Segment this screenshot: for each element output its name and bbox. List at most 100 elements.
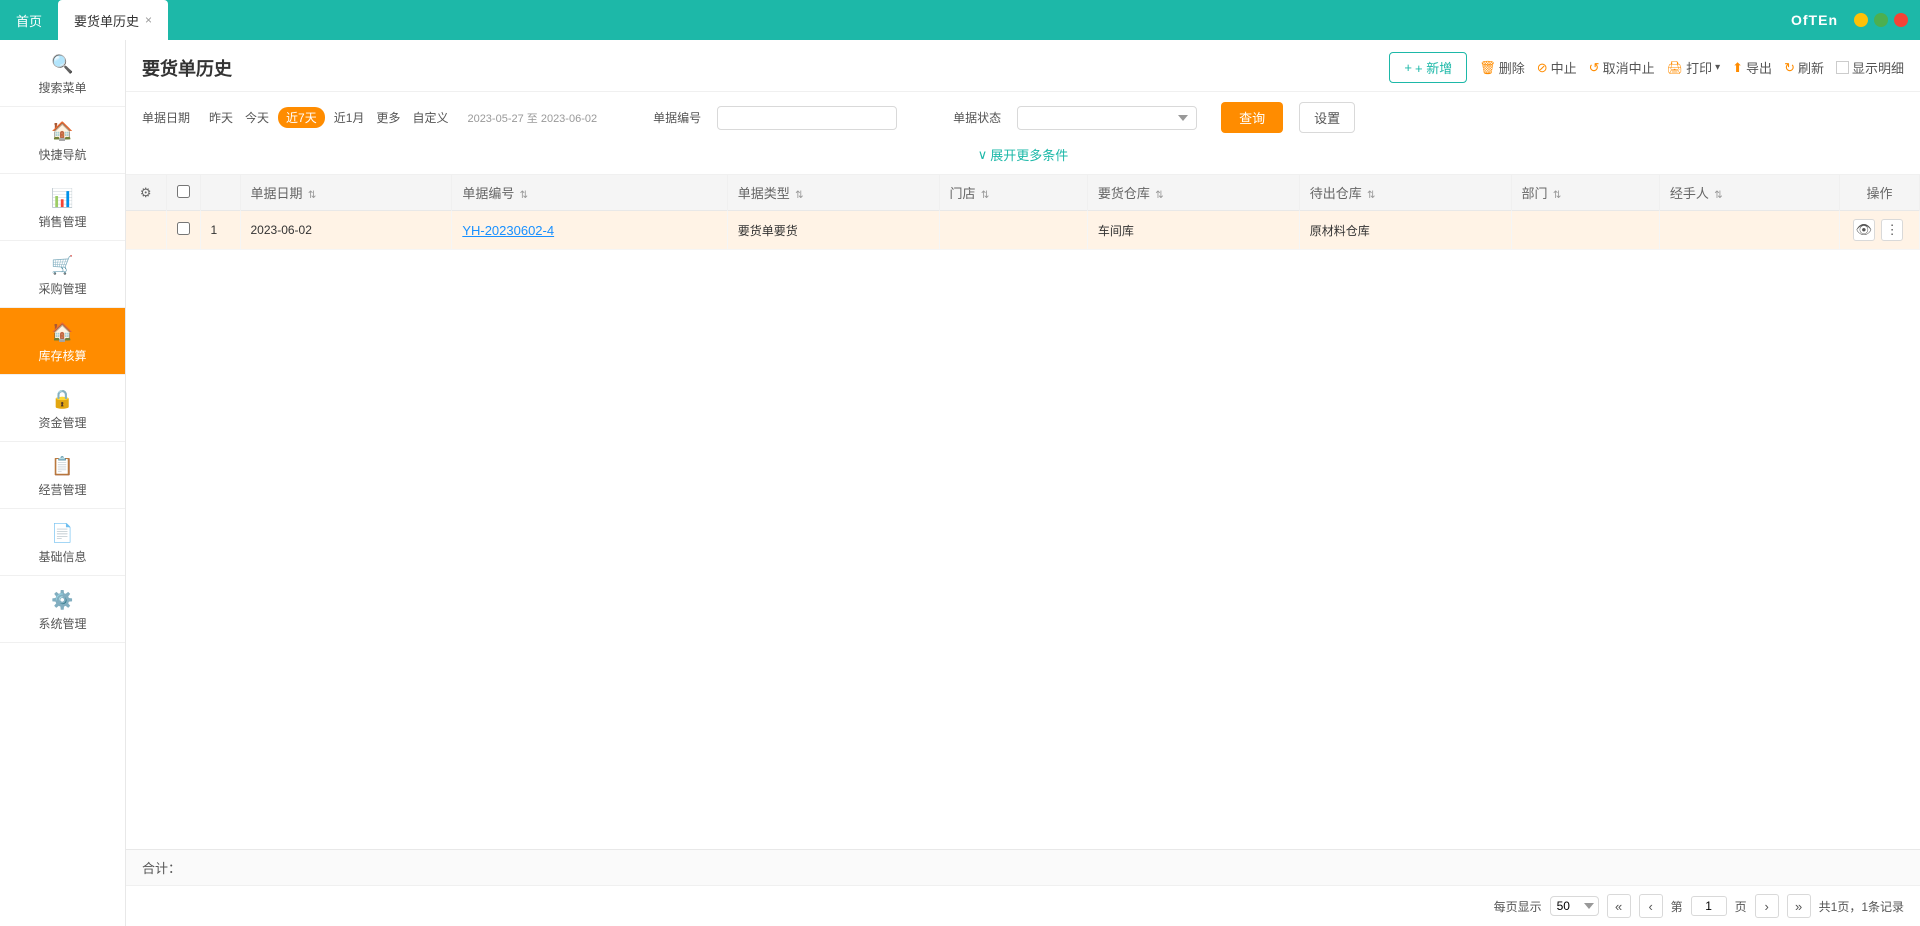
- doc-status-select[interactable]: [1017, 106, 1197, 130]
- sort-pending-warehouse-icon[interactable]: ⇅: [1367, 190, 1375, 201]
- th-checkbox[interactable]: [166, 175, 200, 211]
- sidebar-item-inventory[interactable]: 🏠 库存核算: [0, 308, 125, 375]
- sidebar-item-basics[interactable]: 📄 基础信息: [0, 509, 125, 576]
- per-page-select[interactable]: 50 10 20 100: [1550, 896, 1599, 916]
- sidebar-item-search[interactable]: 🔍 搜索菜单: [0, 40, 125, 107]
- sort-store-icon[interactable]: ⇅: [981, 190, 989, 201]
- row-view-button[interactable]: 👁: [1853, 219, 1875, 241]
- sort-dept-icon[interactable]: ⇅: [1553, 190, 1561, 201]
- print-label: 打印: [1686, 58, 1712, 77]
- page-label: 第: [1671, 898, 1683, 915]
- th-doc-type[interactable]: 单据类型 ⇅: [727, 175, 939, 211]
- td-checkbox[interactable]: [166, 211, 200, 250]
- tab-purchase-history[interactable]: 要货单历史 ×: [58, 0, 168, 40]
- th-handler[interactable]: 经手人 ⇅: [1659, 175, 1839, 211]
- td-settings: [126, 211, 166, 250]
- export-button[interactable]: ⬆ 导出: [1732, 58, 1772, 77]
- ops-icon: 📋: [51, 456, 73, 477]
- th-seq: [200, 175, 240, 211]
- date-btn-1month[interactable]: 近1月: [331, 108, 368, 127]
- sidebar-label-purchase: 采购管理: [38, 280, 86, 297]
- settings-gear-icon[interactable]: ⚙: [140, 185, 152, 201]
- date-range-display: 2023-05-27 至 2023-06-02: [467, 110, 597, 126]
- cancel-stop-label: 取消中止: [1603, 58, 1655, 77]
- sidebar-item-operations[interactable]: 📋 经营管理: [0, 442, 125, 509]
- page-title: 要货单历史: [142, 55, 232, 81]
- doc-status-label: 单据状态: [953, 109, 1001, 126]
- cancel-stop-button[interactable]: ↺ 取消中止: [1589, 58, 1655, 77]
- sidebar: 🔍 搜索菜单 🏠 快捷导航 📊 销售管理 🛒 采购管理 🏠 库存核算 🔒 资金管…: [0, 40, 126, 926]
- sidebar-label-sales: 销售管理: [38, 213, 86, 230]
- sort-handler-icon[interactable]: ⇅: [1714, 190, 1722, 201]
- th-req-warehouse[interactable]: 要货仓库 ⇅: [1087, 175, 1299, 211]
- sidebar-item-purchase[interactable]: 🛒 采购管理: [0, 241, 125, 308]
- display-detail-button[interactable]: 显示明细: [1836, 58, 1904, 77]
- th-dept[interactable]: 部门 ⇅: [1511, 175, 1659, 211]
- lock-icon: 🔒: [51, 389, 73, 410]
- page-prev-button[interactable]: ‹: [1639, 894, 1663, 918]
- th-doc-date[interactable]: 单据日期 ⇅: [240, 175, 452, 211]
- gear-icon: ⚙️: [51, 590, 73, 611]
- minimize-button[interactable]: [1854, 13, 1868, 27]
- filter-row-1: 单据日期 昨天 今天 近7天 近1月 更多 自定义 2023-05-27 至 2…: [142, 102, 1904, 133]
- inventory-icon: 🏠: [51, 322, 73, 343]
- td-doc-no[interactable]: YH-20230602-4: [452, 211, 727, 250]
- sort-req-warehouse-icon[interactable]: ⇅: [1155, 190, 1163, 201]
- data-table: ⚙ 单据日期 ⇅ 单据编号: [126, 175, 1920, 250]
- date-btn-more[interactable]: 更多: [373, 108, 403, 127]
- expand-more-button[interactable]: ∨ 展开更多条件: [978, 145, 1069, 164]
- close-window-button[interactable]: [1894, 13, 1908, 27]
- delete-button[interactable]: 🗑 删除: [1479, 58, 1525, 77]
- pagination-bar: 每页显示 50 10 20 100 « ‹ 第 页 ›: [126, 885, 1920, 926]
- maximize-button[interactable]: [1874, 13, 1888, 27]
- th-doc-no[interactable]: 单据编号 ⇅: [452, 175, 727, 211]
- sidebar-item-finance[interactable]: 🔒 资金管理: [0, 375, 125, 442]
- query-button[interactable]: 查询: [1221, 102, 1283, 133]
- tab-bar: 首页 要货单历史 ×: [0, 0, 1779, 40]
- select-all-checkbox[interactable]: [177, 185, 190, 198]
- table-row: 1 2023-06-02 YH-20230602-4 要货单要货 车间库 原材料…: [126, 211, 1920, 250]
- row-checkbox[interactable]: [177, 222, 190, 235]
- delete-icon: 🗑: [1479, 60, 1496, 76]
- th-settings[interactable]: ⚙: [126, 175, 166, 211]
- td-ops: 👁 ⋮: [1840, 211, 1920, 250]
- date-btn-yesterday[interactable]: 昨天: [206, 108, 236, 127]
- sort-doc-date-icon[interactable]: ⇅: [308, 190, 316, 201]
- th-pending-warehouse[interactable]: 待出仓库 ⇅: [1299, 175, 1511, 211]
- tab-close-icon[interactable]: ×: [145, 13, 152, 27]
- new-button[interactable]: + + 新增: [1389, 52, 1467, 83]
- page-first-button[interactable]: «: [1607, 894, 1631, 918]
- sidebar-item-system[interactable]: ⚙️ 系统管理: [0, 576, 125, 643]
- date-btn-today[interactable]: 今天: [242, 108, 272, 127]
- display-detail-checkbox[interactable]: [1836, 61, 1849, 74]
- td-store: [939, 211, 1087, 250]
- td-req-warehouse: 车间库: [1087, 211, 1299, 250]
- page-header: 要货单历史 + + 新增 🗑 删除 ⊘ 中止 ↺: [126, 40, 1920, 92]
- print-button[interactable]: 🖨 打印 ▾: [1667, 58, 1721, 77]
- sort-doc-type-icon[interactable]: ⇅: [795, 190, 803, 201]
- page-number-input[interactable]: [1691, 896, 1727, 916]
- row-more-button[interactable]: ⋮: [1881, 219, 1903, 241]
- date-btn-7days[interactable]: 近7天: [278, 107, 325, 128]
- page-suffix: 页: [1735, 898, 1747, 915]
- stop-button[interactable]: ⊘ 中止: [1537, 58, 1577, 77]
- page-next-button[interactable]: ›: [1755, 894, 1779, 918]
- settings-button[interactable]: 设置: [1299, 102, 1355, 133]
- doc-no-link[interactable]: YH-20230602-4: [462, 223, 554, 238]
- display-detail-label: 显示明细: [1852, 58, 1904, 77]
- td-seq: 1: [200, 211, 240, 250]
- sort-doc-no-icon[interactable]: ⇅: [520, 190, 528, 201]
- sidebar-label-search: 搜索菜单: [38, 79, 86, 96]
- sidebar-item-sales[interactable]: 📊 销售管理: [0, 174, 125, 241]
- th-store[interactable]: 门店 ⇅: [939, 175, 1087, 211]
- print-dropdown-icon[interactable]: ▾: [1715, 62, 1720, 73]
- doc-no-input[interactable]: [717, 106, 897, 130]
- tab-home[interactable]: 首页: [0, 0, 58, 40]
- plus-icon: +: [1404, 60, 1412, 75]
- page-container: 要货单历史 + + 新增 🗑 删除 ⊘ 中止 ↺: [126, 40, 1920, 926]
- date-btn-custom[interactable]: 自定义: [409, 108, 451, 127]
- page-last-button[interactable]: »: [1787, 894, 1811, 918]
- sidebar-item-quicknav[interactable]: 🏠 快捷导航: [0, 107, 125, 174]
- refresh-button[interactable]: ↻ 刷新: [1784, 58, 1824, 77]
- brand-label: OfTEn: [1791, 12, 1838, 28]
